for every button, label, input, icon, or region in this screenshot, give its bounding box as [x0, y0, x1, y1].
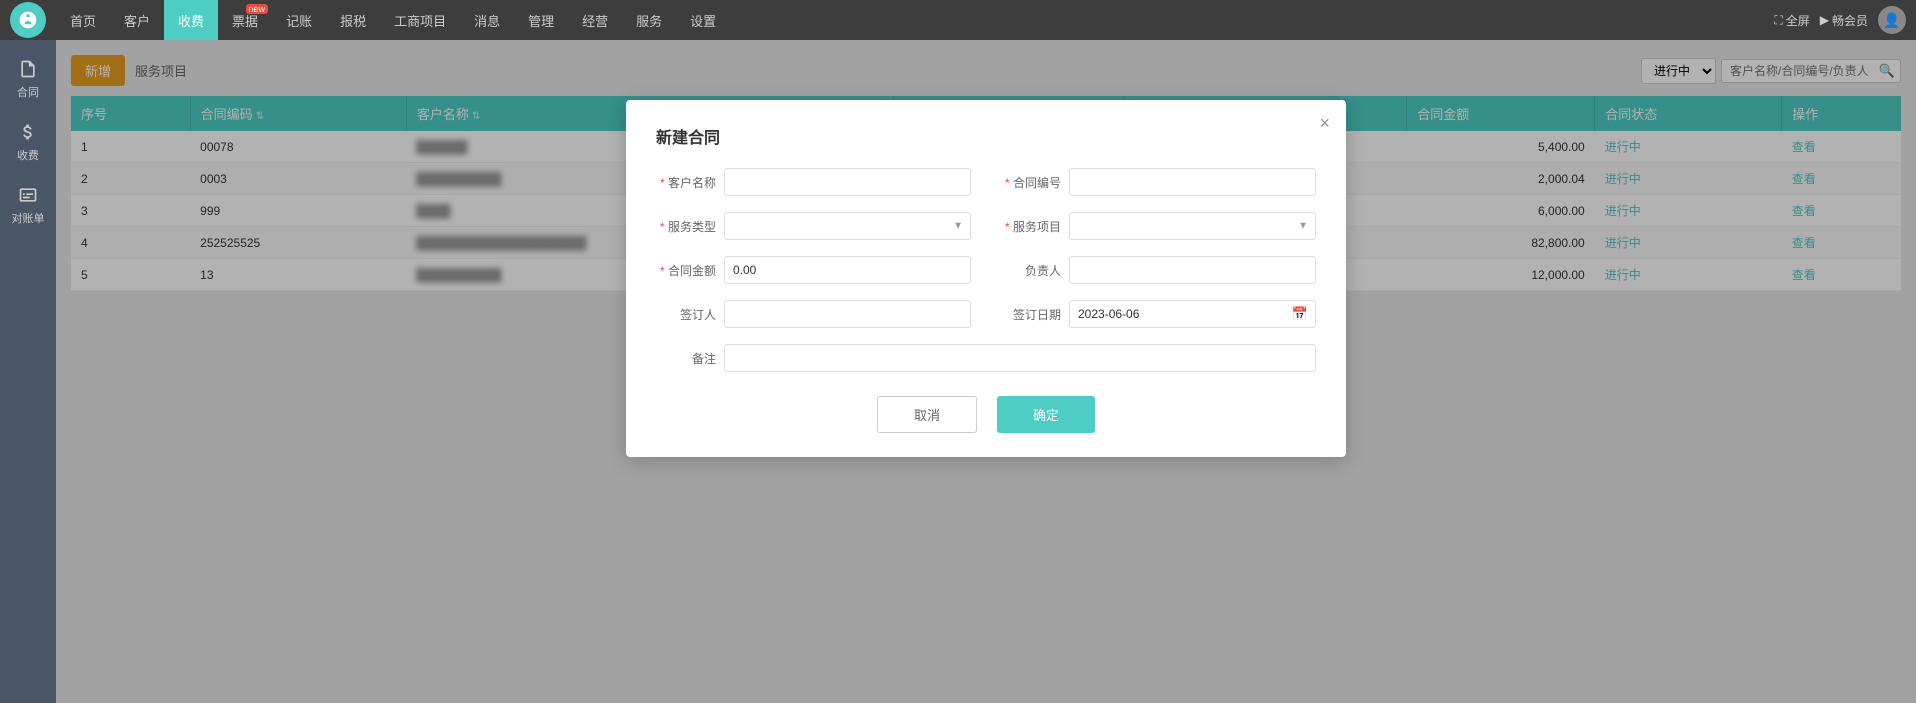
sidebar-item-statement[interactable]: 对账单 — [3, 176, 53, 234]
new-contract-modal: 新建合同 × 客户名称 合同编号 服务类型 — [626, 100, 1346, 457]
cancel-button[interactable]: 取消 — [877, 396, 977, 433]
service-item-label: 服务项目 — [1001, 218, 1061, 235]
modal-overlay: 新建合同 × 客户名称 合同编号 服务类型 — [56, 40, 1916, 703]
sign-date-input[interactable] — [1069, 300, 1316, 328]
member-icon: ▶ — [1820, 13, 1829, 27]
sign-date-row: 签订日期 📅 — [1001, 300, 1316, 328]
service-item-select[interactable] — [1069, 212, 1316, 240]
signer-row: 签订人 — [656, 300, 971, 328]
nav-right-area: ⛶ 全屏 ▶ 畅会员 👤 — [1774, 6, 1906, 34]
app-logo — [10, 2, 46, 38]
fullscreen-button[interactable]: ⛶ 全屏 — [1774, 12, 1809, 29]
nav-fee[interactable]: 收费 — [164, 0, 218, 40]
remark-label: 备注 — [656, 350, 716, 367]
nav-ticket[interactable]: 票据 new — [218, 0, 272, 40]
fullscreen-label: 全屏 — [1786, 12, 1810, 29]
responsible-input[interactable] — [1069, 256, 1316, 284]
amount-input[interactable] — [724, 256, 971, 284]
calendar-icon[interactable]: 📅 — [1292, 306, 1308, 322]
sidebar: 合同 收费 对账单 — [0, 40, 56, 703]
service-type-select[interactable] — [724, 212, 971, 240]
amount-row: 合同金额 — [656, 256, 971, 284]
modal-close-button[interactable]: × — [1319, 114, 1330, 132]
contract-no-label: 合同编号 — [1001, 174, 1061, 191]
service-type-row: 服务类型 ▼ — [656, 212, 971, 240]
nav-service[interactable]: 服务 — [622, 0, 676, 40]
sidebar-contract-label: 合同 — [17, 84, 39, 100]
contract-no-input[interactable] — [1069, 168, 1316, 196]
service-type-select-wrapper: ▼ — [724, 212, 971, 240]
sidebar-item-contract[interactable]: 合同 — [3, 50, 53, 108]
sidebar-item-fee[interactable]: 收费 — [3, 113, 53, 171]
modal-footer: 取消 确定 — [656, 396, 1316, 433]
service-item-row: 服务项目 ▼ — [1001, 212, 1316, 240]
customer-name-input[interactable] — [724, 168, 971, 196]
sign-date-label: 签订日期 — [1001, 306, 1061, 323]
new-badge: new — [246, 4, 269, 14]
responsible-row: 负责人 — [1001, 256, 1316, 284]
sidebar-fee-label: 收费 — [17, 147, 39, 163]
contract-no-row: 合同编号 — [1001, 168, 1316, 196]
remark-input[interactable] — [724, 344, 1316, 372]
nav-message[interactable]: 消息 — [460, 0, 514, 40]
main-layout: 合同 收费 对账单 新增 服务项目 进行中 已完成 已终止 — [0, 40, 1916, 703]
member-label: 畅会员 — [1832, 12, 1868, 29]
nav-tax[interactable]: 报税 — [326, 0, 380, 40]
content-area: 新增 服务项目 进行中 已完成 已终止 🔍 序号 合同编码⇅ — [56, 40, 1916, 703]
service-type-label: 服务类型 — [656, 218, 716, 235]
responsible-label: 负责人 — [1001, 262, 1061, 279]
signer-label: 签订人 — [656, 306, 716, 323]
nav-operation[interactable]: 经营 — [568, 0, 622, 40]
nav-settings[interactable]: 设置 — [676, 0, 730, 40]
top-navigation: 首页 客户 收费 票据 new 记账 报税 工商项目 消息 管理 经营 服务 设… — [0, 0, 1916, 40]
nav-client[interactable]: 客户 — [110, 0, 164, 40]
confirm-button[interactable]: 确定 — [997, 396, 1095, 433]
avatar[interactable]: 👤 — [1878, 6, 1906, 34]
remark-row: 备注 — [656, 344, 1316, 372]
nav-business[interactable]: 工商项目 — [380, 0, 460, 40]
nav-manage[interactable]: 管理 — [514, 0, 568, 40]
fee-icon — [17, 121, 39, 143]
nav-menu: 首页 客户 收费 票据 new 记账 报税 工商项目 消息 管理 经营 服务 设… — [56, 0, 1774, 40]
statement-icon — [17, 184, 39, 206]
contract-icon — [17, 58, 39, 80]
modal-title: 新建合同 — [656, 124, 1316, 148]
service-item-select-wrapper: ▼ — [1069, 212, 1316, 240]
nav-home[interactable]: 首页 — [56, 0, 110, 40]
sign-date-wrapper: 📅 — [1069, 300, 1316, 328]
member-button[interactable]: ▶ 畅会员 — [1820, 12, 1868, 29]
customer-name-row: 客户名称 — [656, 168, 971, 196]
sidebar-statement-label: 对账单 — [12, 210, 45, 226]
signer-input[interactable] — [724, 300, 971, 328]
amount-label: 合同金额 — [656, 262, 716, 279]
form-grid: 客户名称 合同编号 服务类型 ▼ — [656, 168, 1316, 372]
nav-accounting[interactable]: 记账 — [272, 0, 326, 40]
customer-name-label: 客户名称 — [656, 174, 716, 191]
fullscreen-icon: ⛶ — [1774, 13, 1782, 28]
